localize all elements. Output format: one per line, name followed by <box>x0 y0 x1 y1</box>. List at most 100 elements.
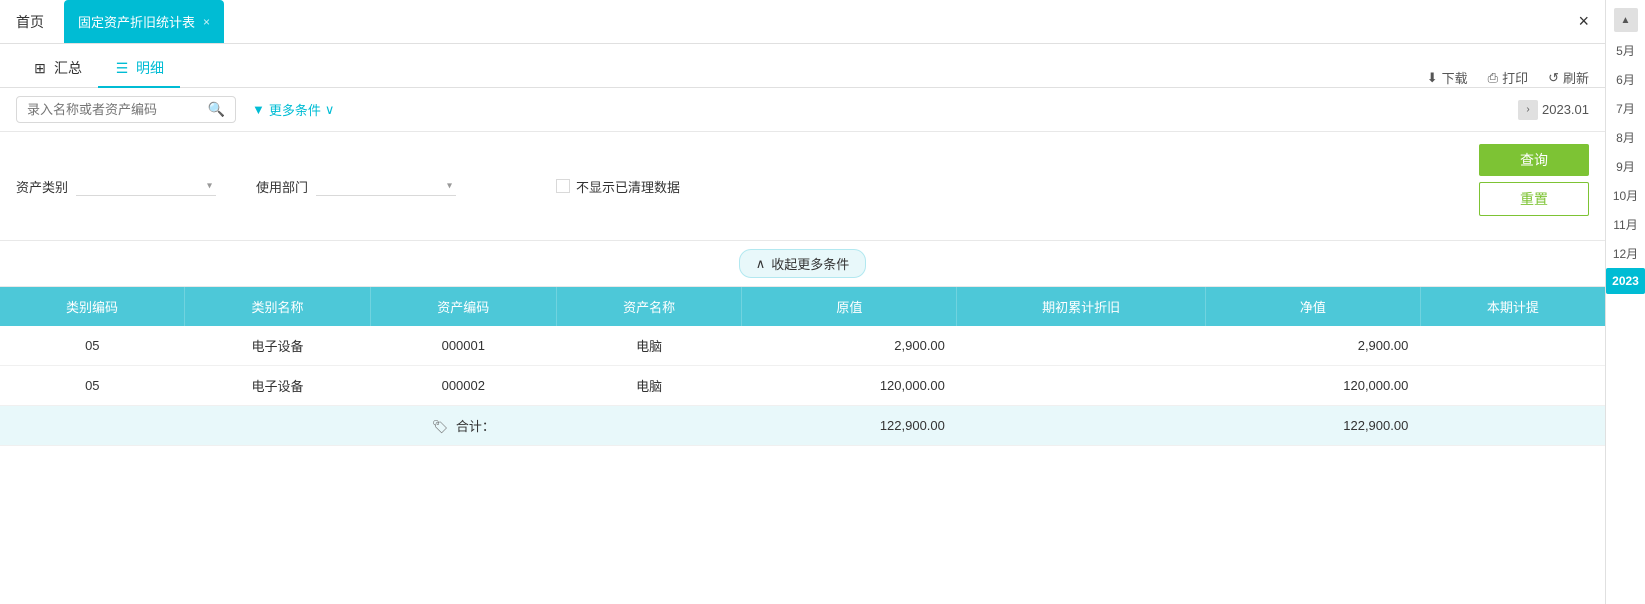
sidebar-up-button[interactable]: ▲ <box>1614 8 1638 32</box>
refresh-button[interactable]: ↺ 刷新 <box>1548 68 1589 87</box>
tab-close-icon[interactable]: × <box>203 15 210 29</box>
search-input[interactable] <box>27 102 202 117</box>
cell-category-name: 电子设备 <box>185 326 371 366</box>
download-label: 下载 <box>1442 68 1468 87</box>
asset-category-filter: 资产类别 ▾ <box>16 176 216 196</box>
more-conditions-button[interactable]: ▼ 更多条件 ∨ <box>252 100 334 119</box>
total-label-cell: 🏷 合计： <box>185 406 742 446</box>
asset-category-select[interactable] <box>76 176 216 196</box>
col-asset-name: 资产名称 <box>556 287 742 326</box>
query-button[interactable]: 查询 <box>1479 144 1589 176</box>
filter-area: 资产类别 ▾ 使用部门 ▾ 不显示已清理数 <box>0 132 1605 241</box>
cell-category-code: 05 <box>0 366 185 406</box>
active-tab: 固定资产折旧统计表 × <box>64 0 224 43</box>
total-icon-cell <box>0 406 185 446</box>
table-row: 05 电子设备 000001 电脑 2,900.00 2,900.00 <box>0 326 1605 366</box>
detail-icon: ☰ <box>114 60 130 76</box>
department-select-wrapper: ▾ <box>316 176 456 196</box>
cell-accumulated-depreciation <box>957 326 1206 366</box>
cell-accumulated-depreciation <box>957 366 1206 406</box>
window-close-icon[interactable]: × <box>1578 11 1589 32</box>
tab-detail[interactable]: ☰ 明细 <box>98 50 180 88</box>
collapse-button[interactable]: ∧ 收起更多条件 <box>739 249 867 278</box>
home-link[interactable]: 首页 <box>16 12 44 32</box>
search-input-wrapper: 🔍 <box>16 96 236 123</box>
department-select[interactable] <box>316 176 456 196</box>
collapse-bar: ∧ 收起更多条件 <box>0 241 1605 287</box>
col-net-value: 净值 <box>1205 287 1420 326</box>
download-icon: ⬇ <box>1427 70 1438 86</box>
sidebar-month-item[interactable]: 11月 <box>1613 210 1638 239</box>
total-original-value: 122,900.00 <box>742 406 957 446</box>
cell-current-period <box>1420 326 1605 366</box>
sidebar-month-item[interactable]: 7月 <box>1613 94 1638 123</box>
total-net-value: 122,900.00 <box>1205 406 1420 446</box>
cell-original-value: 120,000.00 <box>742 366 957 406</box>
cell-asset-name: 电脑 <box>556 366 742 406</box>
col-category-code: 类别编码 <box>0 287 185 326</box>
table-header-row: 类别编码 类别名称 资产编码 资产名称 原值 期初累计折旧 净值 本期计提 <box>0 287 1605 326</box>
col-current-period: 本期计提 <box>1420 287 1605 326</box>
summary-icon: ⊞ <box>32 60 48 76</box>
total-current-period <box>1420 406 1605 446</box>
sidebar-current-year[interactable]: 2023 <box>1606 268 1645 294</box>
total-label: 合计： <box>456 419 495 434</box>
collapse-icon: ∧ <box>756 256 766 272</box>
hide-cleared-label: 不显示已清理数据 <box>576 177 680 196</box>
filter-buttons: 查询 重置 <box>1479 144 1589 228</box>
tab-actions: ⬇ 下载 ⎙ 打印 ↺ 刷新 <box>1427 68 1589 87</box>
tab-summary[interactable]: ⊞ 汇总 <box>16 50 98 88</box>
sidebar-month-item[interactable]: 12月 <box>1613 239 1638 268</box>
date-indicator: › 2023.01 <box>1518 100 1589 120</box>
chevron-down-icon: ∨ <box>325 102 335 118</box>
cell-asset-name: 电脑 <box>556 326 742 366</box>
cell-category-code: 05 <box>0 326 185 366</box>
collapse-label: 收起更多条件 <box>771 254 849 273</box>
search-icon: 🔍 <box>208 101 225 118</box>
table-total-row: 🏷 合计： 122,900.00 122,900.00 <box>0 406 1605 446</box>
sidebar-month-item[interactable]: 10月 <box>1613 181 1638 210</box>
table-row: 05 电子设备 000002 电脑 120,000.00 120,000.00 <box>0 366 1605 406</box>
print-icon: ⎙ <box>1488 70 1498 86</box>
asset-category-select-wrapper: ▾ <box>76 176 216 196</box>
department-label: 使用部门 <box>256 177 308 196</box>
print-label: 打印 <box>1502 68 1528 87</box>
sidebar-month-item[interactable]: 9月 <box>1613 152 1638 181</box>
department-filter: 使用部门 ▾ <box>256 176 456 196</box>
refresh-label: 刷新 <box>1563 68 1589 87</box>
cell-current-period <box>1420 366 1605 406</box>
cell-net-value: 120,000.00 <box>1205 366 1420 406</box>
filter-row: 资产类别 ▾ 使用部门 ▾ 不显示已清理数 <box>16 144 1589 228</box>
tab-detail-label: 明细 <box>136 58 164 78</box>
tab-summary-label: 汇总 <box>54 58 82 78</box>
sidebar-month-item[interactable]: 5月 <box>1613 36 1638 65</box>
table-wrapper: 类别编码 类别名称 资产编码 资产名称 原值 期初累计折旧 净值 本期计提 05… <box>0 287 1605 604</box>
total-icon: 🏷 <box>432 419 449 434</box>
cell-asset-code: 000002 <box>370 366 556 406</box>
cell-asset-code: 000001 <box>370 326 556 366</box>
asset-category-label: 资产类别 <box>16 177 68 196</box>
top-nav: 首页 固定资产折旧统计表 × × <box>0 0 1605 44</box>
right-sidebar: ▲ 5月6月7月8月9月10月11月12月 2023 <box>1605 0 1645 604</box>
hide-cleared-group: 不显示已清理数据 <box>556 177 680 196</box>
print-button[interactable]: ⎙ 打印 <box>1488 68 1528 87</box>
more-conditions-label: 更多条件 <box>269 100 321 119</box>
reset-button[interactable]: 重置 <box>1479 182 1589 216</box>
tab-title: 固定资产折旧统计表 <box>78 12 195 31</box>
total-accumulated-depreciation <box>957 406 1206 446</box>
sidebar-month-item[interactable]: 6月 <box>1613 65 1638 94</box>
filter-icon: ▼ <box>252 102 265 117</box>
sidebar-months: 5月6月7月8月9月10月11月12月 <box>1613 36 1638 268</box>
search-bar: 🔍 ▼ 更多条件 ∨ › 2023.01 <box>0 88 1605 132</box>
cell-original-value: 2,900.00 <box>742 326 957 366</box>
date-prev-button[interactable]: › <box>1518 100 1538 120</box>
download-button[interactable]: ⬇ 下载 <box>1427 68 1468 87</box>
tab-bar: ⊞ 汇总 ☰ 明细 ⬇ 下载 ⎙ 打印 ↺ 刷新 <box>0 44 1605 88</box>
date-value: 2023.01 <box>1542 102 1589 117</box>
col-category-name: 类别名称 <box>185 287 371 326</box>
col-original-value: 原值 <box>742 287 957 326</box>
data-table: 类别编码 类别名称 资产编码 资产名称 原值 期初累计折旧 净值 本期计提 05… <box>0 287 1605 446</box>
col-asset-code: 资产编码 <box>370 287 556 326</box>
sidebar-month-item[interactable]: 8月 <box>1613 123 1638 152</box>
hide-cleared-checkbox[interactable] <box>556 179 570 193</box>
